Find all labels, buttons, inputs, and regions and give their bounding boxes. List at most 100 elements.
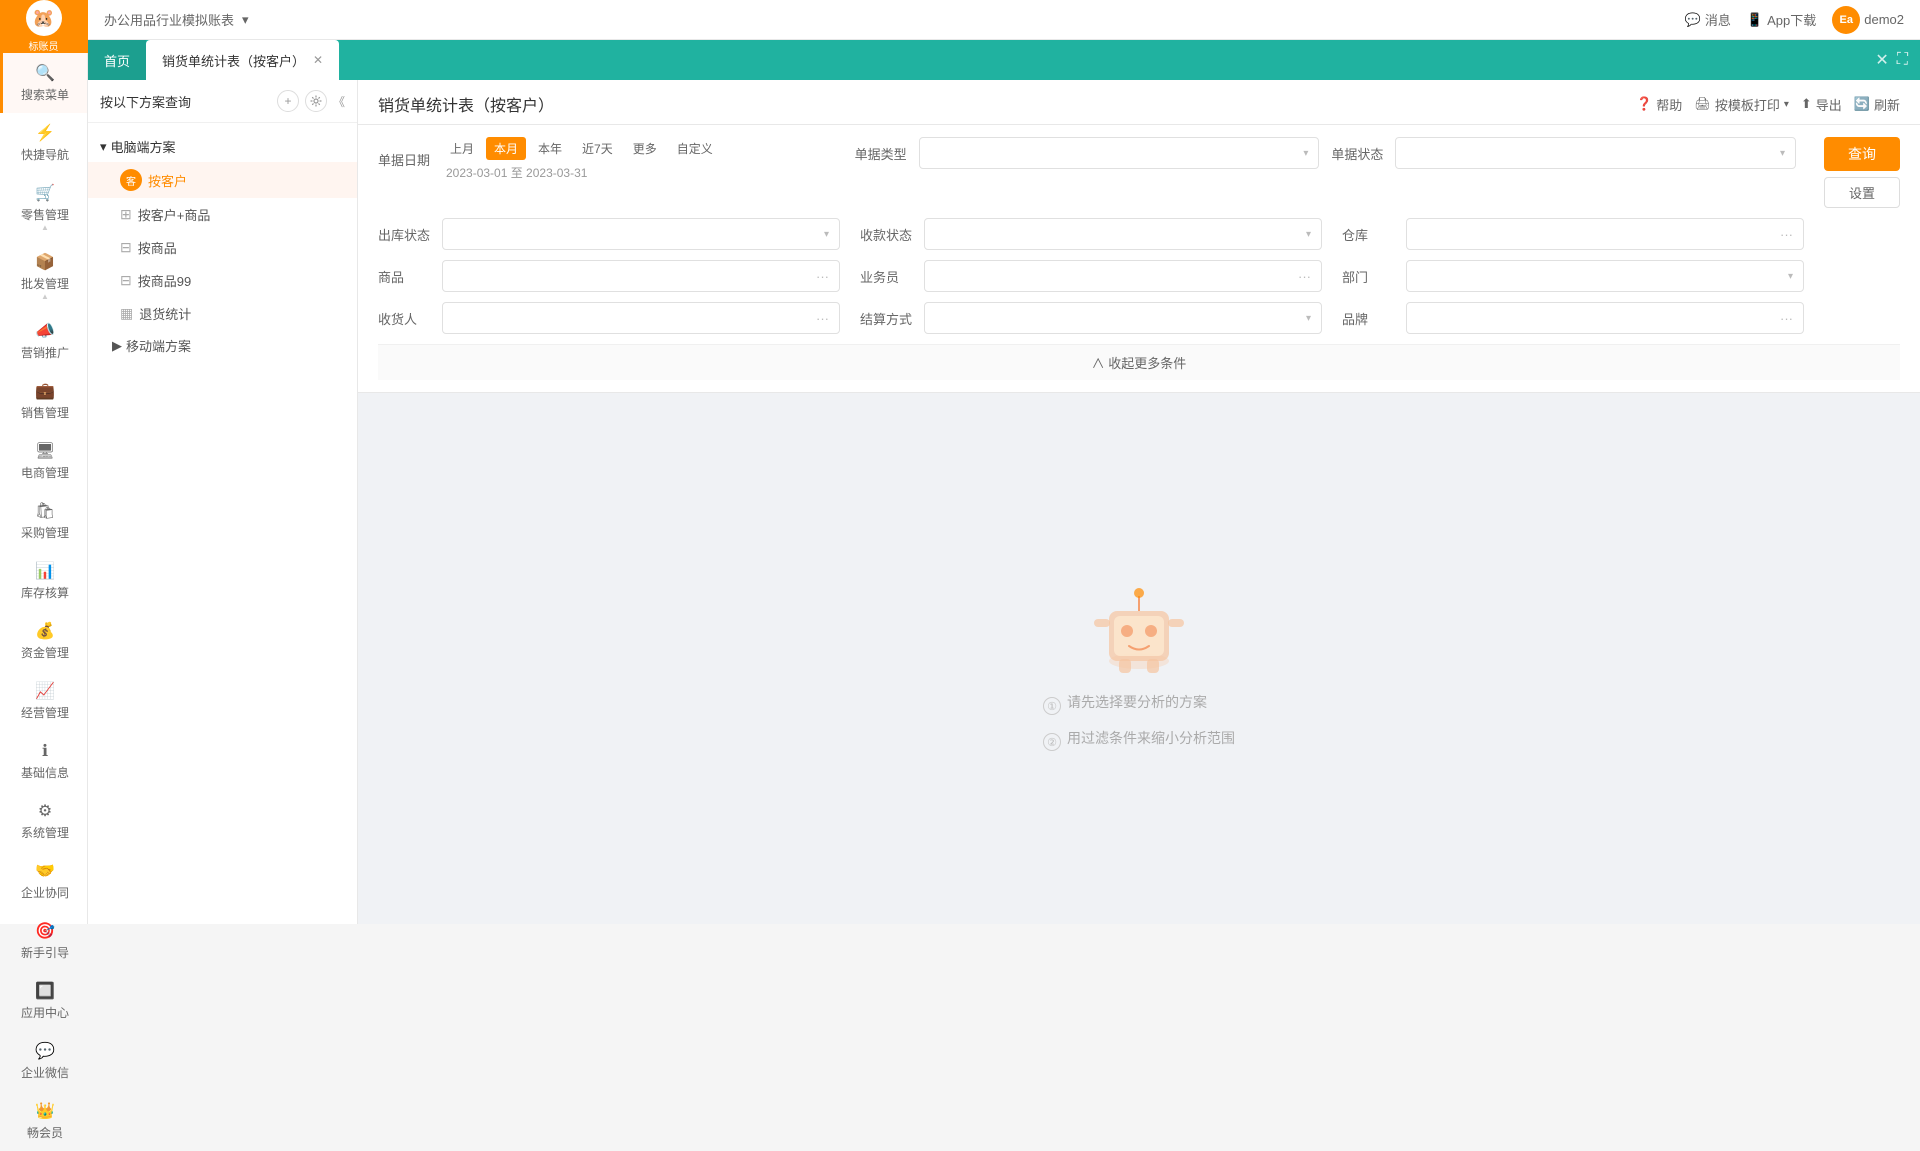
date-tab-more[interactable]: 更多 [625, 137, 665, 160]
salesperson-select[interactable]: ··· [924, 260, 1322, 292]
brand-select[interactable]: ··· [1406, 302, 1804, 334]
tab-close-all-button[interactable]: ✕ [1875, 50, 1888, 70]
dept-select[interactable]: ▾ [1406, 260, 1804, 292]
by-customer-goods-icon: ⊞ [120, 206, 132, 223]
sidebar-item-marketing[interactable]: 📣 营销推广 [0, 311, 87, 371]
sidebar-item-app-center[interactable]: 🔲 应用中心 [0, 971, 87, 1031]
by-goods-99-icon: ⊟ [120, 272, 132, 289]
help-label: 帮助 [1656, 95, 1682, 114]
tab-home[interactable]: 首页 [88, 40, 146, 80]
sidebar-item-operation[interactable]: 📈 经营管理 [0, 671, 87, 731]
tab-close-button[interactable]: ✕ [313, 53, 323, 67]
print-button[interactable]: 🖨 按模板打印 ▾ [1694, 95, 1789, 114]
sidebar-item-quicknav-label: 快捷导航 [21, 146, 69, 163]
purchase-icon: 🛍 [35, 501, 55, 521]
setting-button[interactable]: 设置 [1824, 177, 1900, 208]
header-right: 💬 消息 📱 App下载 Ea demo2 [1685, 6, 1904, 34]
sidebar-item-newbie[interactable]: 🎯 新手引导 [0, 911, 87, 971]
sidebar-item-ecommerce[interactable]: 🖥 电商管理 [0, 431, 87, 491]
tree-item-by-goods-99[interactable]: ⊟ 按商品99 [88, 264, 357, 297]
filter-row-4: 收货人 ··· 结算方式 ▾ [378, 302, 1900, 334]
ecommerce-icon: 🖥 [35, 441, 55, 461]
sidebar-item-basic[interactable]: ℹ 基础信息 [0, 731, 87, 791]
sidebar-item-search-label: 搜索菜单 [21, 86, 69, 103]
date-tab-last-month[interactable]: 上月 [442, 137, 482, 160]
message-button[interactable]: 💬 消息 [1685, 10, 1731, 29]
tree-group-mobile-header[interactable]: ▶ 移动端方案 [88, 330, 357, 361]
sidebar-item-quick-nav[interactable]: ⚡ 快捷导航 [0, 113, 87, 173]
tree-item-by-customer-goods-label: 按客户+商品 [138, 205, 211, 224]
tab-sales-stat-label: 销货单统计表（按客户） [162, 51, 305, 70]
filter-area: 单据日期 上月 本月 本年 近7天 更多 自定义 2023-03-01 至 20… [358, 125, 1920, 393]
warehouse-label: 仓库 [1342, 225, 1406, 244]
sidebar-item-wholesale[interactable]: 📦 批发管理 ▲ [0, 242, 87, 311]
empty-hint-1: 请先选择要分析的方案 [1067, 692, 1207, 712]
tree-group-desktop: ▾ 电脑端方案 客 按客户 ⊞ 按客户+商品 ⊟ 按商品 [88, 131, 357, 330]
tab-bar-right: ✕ ⛶ [1875, 50, 1920, 70]
help-button[interactable]: ❓ 帮助 [1636, 95, 1682, 114]
sidebar-item-enterprise-wechat[interactable]: 💬 企业微信 [0, 1031, 87, 1091]
add-scheme-button[interactable]: + [277, 90, 299, 112]
sidebar-logo: 🐹 标账员 [0, 0, 88, 53]
date-tab-this-year[interactable]: 本年 [530, 137, 570, 160]
sidebar-item-search[interactable]: 🔍 搜索菜单 [0, 53, 87, 113]
tab-expand-button[interactable]: ⛶ [1897, 51, 1908, 69]
goods-select[interactable]: ··· [442, 260, 840, 292]
sidebar-item-purchase[interactable]: 🛍 采购管理 [0, 491, 87, 551]
tab-sales-stat[interactable]: 销货单统计表（按客户） ✕ [146, 40, 339, 80]
receipt-status-chevron: ▾ [1306, 229, 1311, 240]
empty-hint-num-2: ② [1043, 733, 1061, 751]
sidebar-item-finance[interactable]: 💰 资金管理 [0, 611, 87, 671]
receiver-select[interactable]: ··· [442, 302, 840, 334]
tree-item-by-customer[interactable]: 客 按客户 [88, 162, 357, 198]
tree-item-by-goods-99-label: 按商品99 [138, 271, 191, 290]
tree-item-by-customer-goods[interactable]: ⊞ 按客户+商品 [88, 198, 357, 231]
dropdown-icon[interactable]: ▾ [242, 12, 249, 28]
tab-home-label: 首页 [104, 51, 130, 70]
sidebar-item-wholesale-label: 批发管理 [21, 275, 69, 292]
payment-method-select[interactable]: ▾ [924, 302, 1322, 334]
left-panel-actions: + 《 [277, 90, 345, 112]
tree-item-by-goods[interactable]: ⊟ 按商品 [88, 231, 357, 264]
quick-nav-icon: ⚡ [35, 123, 55, 143]
empty-state: ① 请先选择要分析的方案 ② 用过滤条件来缩小分析范围 [358, 393, 1920, 924]
sidebar-item-retail[interactable]: 🛒 零售管理 ▲ [0, 173, 87, 242]
receipt-status-label: 收款状态 [860, 225, 924, 244]
sidebar-item-basic-label: 基础信息 [21, 764, 69, 781]
export-button[interactable]: ⬆ 导出 [1801, 95, 1842, 114]
warehouse-select[interactable]: ··· [1406, 218, 1804, 250]
date-tab-this-month[interactable]: 本月 [486, 137, 526, 160]
filter-row-3: 商品 ··· 业务员 ··· [378, 260, 1900, 292]
sidebar-item-enterprise[interactable]: 🤝 企业协同 [0, 851, 87, 911]
sidebar-item-system-label: 系统管理 [21, 824, 69, 841]
sidebar-item-system[interactable]: ⚙ 系统管理 [0, 791, 87, 851]
user-area[interactable]: Ea demo2 [1832, 6, 1904, 34]
tree-group-desktop-header[interactable]: ▾ 电脑端方案 [88, 131, 357, 162]
date-tab-custom[interactable]: 自定义 [669, 137, 721, 160]
date-tab-7days[interactable]: 近7天 [574, 137, 621, 160]
sidebar-item-member[interactable]: 👑 畅会员 [0, 1091, 87, 1151]
tree-item-return-stat[interactable]: ▦ 退货统计 [88, 297, 357, 330]
collapse-panel-button[interactable]: 《 [333, 93, 345, 110]
goods-label: 商品 [378, 267, 442, 286]
sidebar-nav: 🔍 搜索菜单 ⚡ 快捷导航 🛒 零售管理 ▲ 📦 批发管理 ▲ 📣 营销推广 💼… [0, 53, 87, 1151]
sidebar-item-sales[interactable]: 💼 销售管理 [0, 371, 87, 431]
by-goods-icon: ⊟ [120, 239, 132, 256]
query-button[interactable]: 查询 [1824, 137, 1900, 171]
refresh-button[interactable]: 🔄 刷新 [1854, 95, 1900, 114]
date-tabs: 上月 本月 本年 近7天 更多 自定义 [442, 137, 721, 160]
content-area: 按以下方案查询 + 《 ▾ 电脑端方案 客 按 [88, 80, 1920, 924]
app-download-button[interactable]: 📱 App下载 [1747, 10, 1816, 29]
doc-status-select[interactable]: ▾ [1395, 137, 1796, 169]
receipt-status-select[interactable]: ▾ [924, 218, 1322, 250]
goods-dots: ··· [816, 269, 829, 284]
doc-status-label: 单据状态 [1331, 144, 1395, 163]
doc-type-select[interactable]: ▾ [919, 137, 1320, 169]
out-status-select[interactable]: ▾ [442, 218, 840, 250]
date-label: 单据日期 [378, 150, 442, 169]
collapse-more-button[interactable]: ∧ 收起更多条件 [378, 344, 1900, 380]
settings-scheme-button[interactable] [305, 90, 327, 112]
out-status-label: 出库状态 [378, 225, 442, 244]
download-icon: 📱 [1747, 12, 1763, 28]
sidebar-item-inventory[interactable]: 📊 库存核算 [0, 551, 87, 611]
